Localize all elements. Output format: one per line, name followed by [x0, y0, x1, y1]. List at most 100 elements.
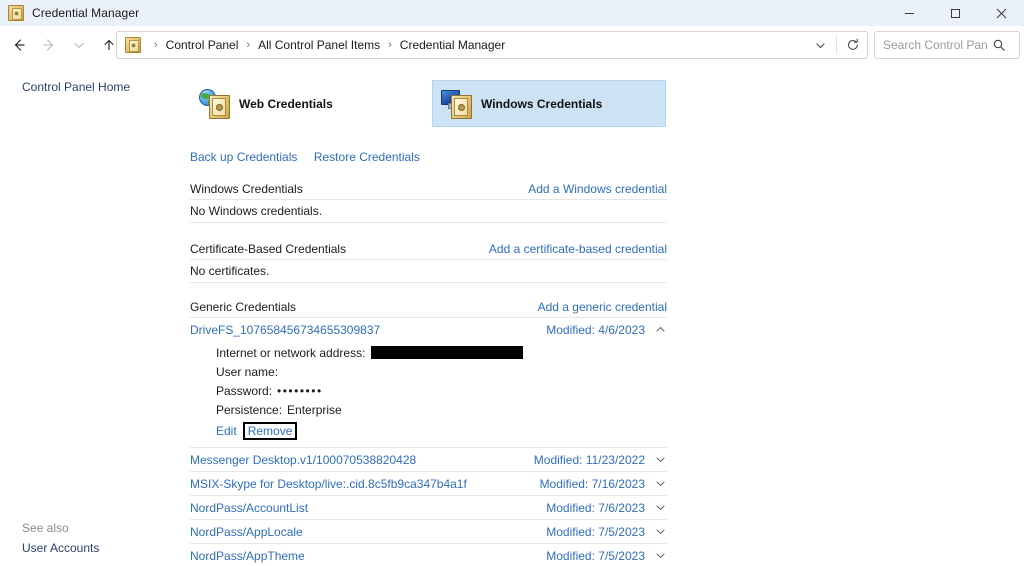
chevron-up-icon[interactable] [645, 323, 667, 336]
detail-user-name: User name: [190, 362, 667, 381]
credential-modified-label: Modified: [534, 453, 583, 467]
credential-row: NordPass/AccountList Modified: 7/6/2023 [190, 496, 667, 520]
minimize-button[interactable] [886, 0, 932, 26]
credential-row: NordPass/AppLocale Modified: 7/5/2023 [190, 520, 667, 544]
chevron-down-icon[interactable] [645, 525, 667, 538]
section-empty-text: No certificates. [190, 260, 667, 283]
refresh-icon[interactable] [839, 32, 867, 58]
credential-name[interactable]: MSIX-Skype for Desktop/live:.cid.8c5fb9c… [190, 477, 532, 491]
credential-row-header[interactable]: MSIX-Skype for Desktop/live:.cid.8c5fb9c… [190, 472, 667, 495]
redacted-value [371, 346, 523, 359]
address-bar[interactable]: › Control Panel › All Control Panel Item… [116, 31, 868, 59]
maximize-button[interactable] [932, 0, 978, 26]
section-title: Certificate-Based Credentials [190, 242, 346, 256]
tile-web-credentials-label: Web Credentials [239, 97, 333, 111]
close-button[interactable] [978, 0, 1024, 26]
divider [836, 36, 837, 54]
credential-name[interactable]: NordPass/AppLocale [190, 525, 538, 539]
credential-modified: Modified: 7/5/2023 [546, 525, 645, 539]
credential-manager-window: Credential Manager [0, 0, 1024, 566]
sidebar-item-control-panel-home[interactable]: Control Panel Home [22, 80, 130, 94]
credential-modified: Modified: 4/6/2023 [546, 323, 645, 337]
main-panel: Web Credentials Windows Credentials Back… [178, 64, 1024, 566]
credential-actions: Back up Credentials Restore Credentials [190, 148, 432, 166]
credential-modified: Modified: 11/23/2022 [534, 453, 645, 467]
chevron-down-icon[interactable] [645, 549, 667, 562]
breadcrumb-item-all-control-panel-items[interactable]: All Control Panel Items [257, 38, 381, 52]
add-certificate-based-credential-link[interactable]: Add a certificate-based credential [489, 242, 667, 256]
back-button[interactable] [4, 30, 34, 60]
sidebar-see-also-label: See also [22, 521, 69, 535]
section-header: Windows Credentials Add a Windows creden… [190, 178, 667, 200]
credential-modified-label: Modified: [546, 549, 595, 563]
credential-details: Internet or network address: User name: … [190, 341, 667, 447]
credential-row: Messenger Desktop.v1/100070538820428 Mod… [190, 448, 667, 472]
address-bar-actions [806, 32, 867, 58]
credential-row: NordPass/AppTheme Modified: 7/5/2023 [190, 544, 667, 566]
credential-row-header[interactable]: NordPass/AppLocale Modified: 7/5/2023 [190, 520, 667, 543]
chevron-down-icon[interactable] [645, 453, 667, 466]
credential-name[interactable]: DriveFS_107658456734655309837 [190, 323, 538, 337]
detail-label: Internet or network address: [216, 346, 365, 360]
credential-modified-date: 11/23/2022 [586, 453, 645, 467]
sidebar: Control Panel Home See also User Account… [0, 64, 178, 566]
detail-label: Persistence: [216, 403, 282, 417]
credential-row: MSIX-Skype for Desktop/live:.cid.8c5fb9c… [190, 472, 667, 496]
search-input[interactable] [883, 35, 987, 55]
credential-modified-label: Modified: [546, 323, 595, 337]
credential-modified-date: 4/6/2023 [598, 323, 645, 337]
credential-modified: Modified: 7/5/2023 [546, 549, 645, 563]
credential-row-header[interactable]: NordPass/AppTheme Modified: 7/5/2023 [190, 544, 667, 566]
back-up-credentials-link[interactable]: Back up Credentials [190, 150, 297, 164]
search-box[interactable] [874, 31, 1020, 59]
credential-vault-icon [8, 5, 24, 21]
credential-modified-date: 7/5/2023 [598, 525, 645, 539]
vault-icon [209, 95, 230, 119]
remove-credential-focus-outline: Remove [243, 422, 298, 440]
tile-windows-credentials[interactable]: Windows Credentials [432, 80, 666, 127]
credential-row-header[interactable]: NordPass/AccountList Modified: 7/6/2023 [190, 496, 667, 519]
add-generic-credential-link[interactable]: Add a generic credential [538, 300, 667, 314]
section-header: Generic Credentials Add a generic creden… [190, 296, 667, 318]
credential-name[interactable]: Messenger Desktop.v1/100070538820428 [190, 453, 526, 467]
credential-modified: Modified: 7/16/2023 [540, 477, 645, 491]
detail-value: •••••••• [277, 384, 323, 398]
credential-modified: Modified: 7/6/2023 [546, 501, 645, 515]
breadcrumb-item-credential-manager[interactable]: Credential Manager [399, 38, 506, 52]
credential-row-expanded: DriveFS_107658456734655309837 Modified: … [190, 318, 667, 448]
breadcrumb-item-control-panel[interactable]: Control Panel [165, 38, 240, 52]
detail-persistence: Persistence: Enterprise [190, 400, 667, 419]
recent-locations-button[interactable] [64, 30, 94, 60]
detail-label: User name: [216, 365, 278, 379]
credential-row-header[interactable]: Messenger Desktop.v1/100070538820428 Mod… [190, 448, 667, 471]
breadcrumb-separator: › [239, 40, 257, 51]
credential-name[interactable]: NordPass/AccountList [190, 501, 538, 515]
tile-web-credentials[interactable]: Web Credentials [190, 80, 390, 127]
add-windows-credential-link[interactable]: Add a Windows credential [528, 182, 667, 196]
content-area: Control Panel Home See also User Account… [0, 64, 1024, 566]
section-empty-text: No Windows credentials. [190, 200, 667, 223]
edit-credential-link[interactable]: Edit [216, 424, 237, 438]
window-controls [886, 0, 1024, 26]
window-title: Credential Manager [32, 6, 139, 20]
section-header: Certificate-Based Credentials Add a cert… [190, 238, 667, 260]
restore-credentials-link[interactable]: Restore Credentials [314, 150, 420, 164]
chevron-down-icon[interactable] [806, 32, 834, 58]
credential-row-header[interactable]: DriveFS_107658456734655309837 Modified: … [190, 318, 667, 341]
breadcrumb-separator: › [381, 40, 399, 51]
chevron-down-icon[interactable] [645, 477, 667, 490]
detail-label: Password: [216, 384, 272, 398]
remove-credential-link[interactable]: Remove [248, 424, 293, 438]
section-generic-credentials: Generic Credentials Add a generic creden… [190, 296, 667, 318]
forward-button[interactable] [34, 30, 64, 60]
detail-value: Enterprise [287, 403, 342, 417]
sidebar-item-user-accounts[interactable]: User Accounts [22, 541, 99, 555]
search-icon[interactable] [987, 38, 1011, 52]
section-title: Windows Credentials [190, 182, 303, 196]
chevron-down-icon[interactable] [645, 501, 667, 514]
tile-windows-credentials-label: Windows Credentials [481, 97, 602, 111]
breadcrumb: › Control Panel › All Control Panel Item… [147, 38, 506, 52]
address-bar-vault-icon [125, 37, 141, 53]
credential-name[interactable]: NordPass/AppTheme [190, 549, 538, 563]
monitor-vault-icon [441, 88, 473, 120]
